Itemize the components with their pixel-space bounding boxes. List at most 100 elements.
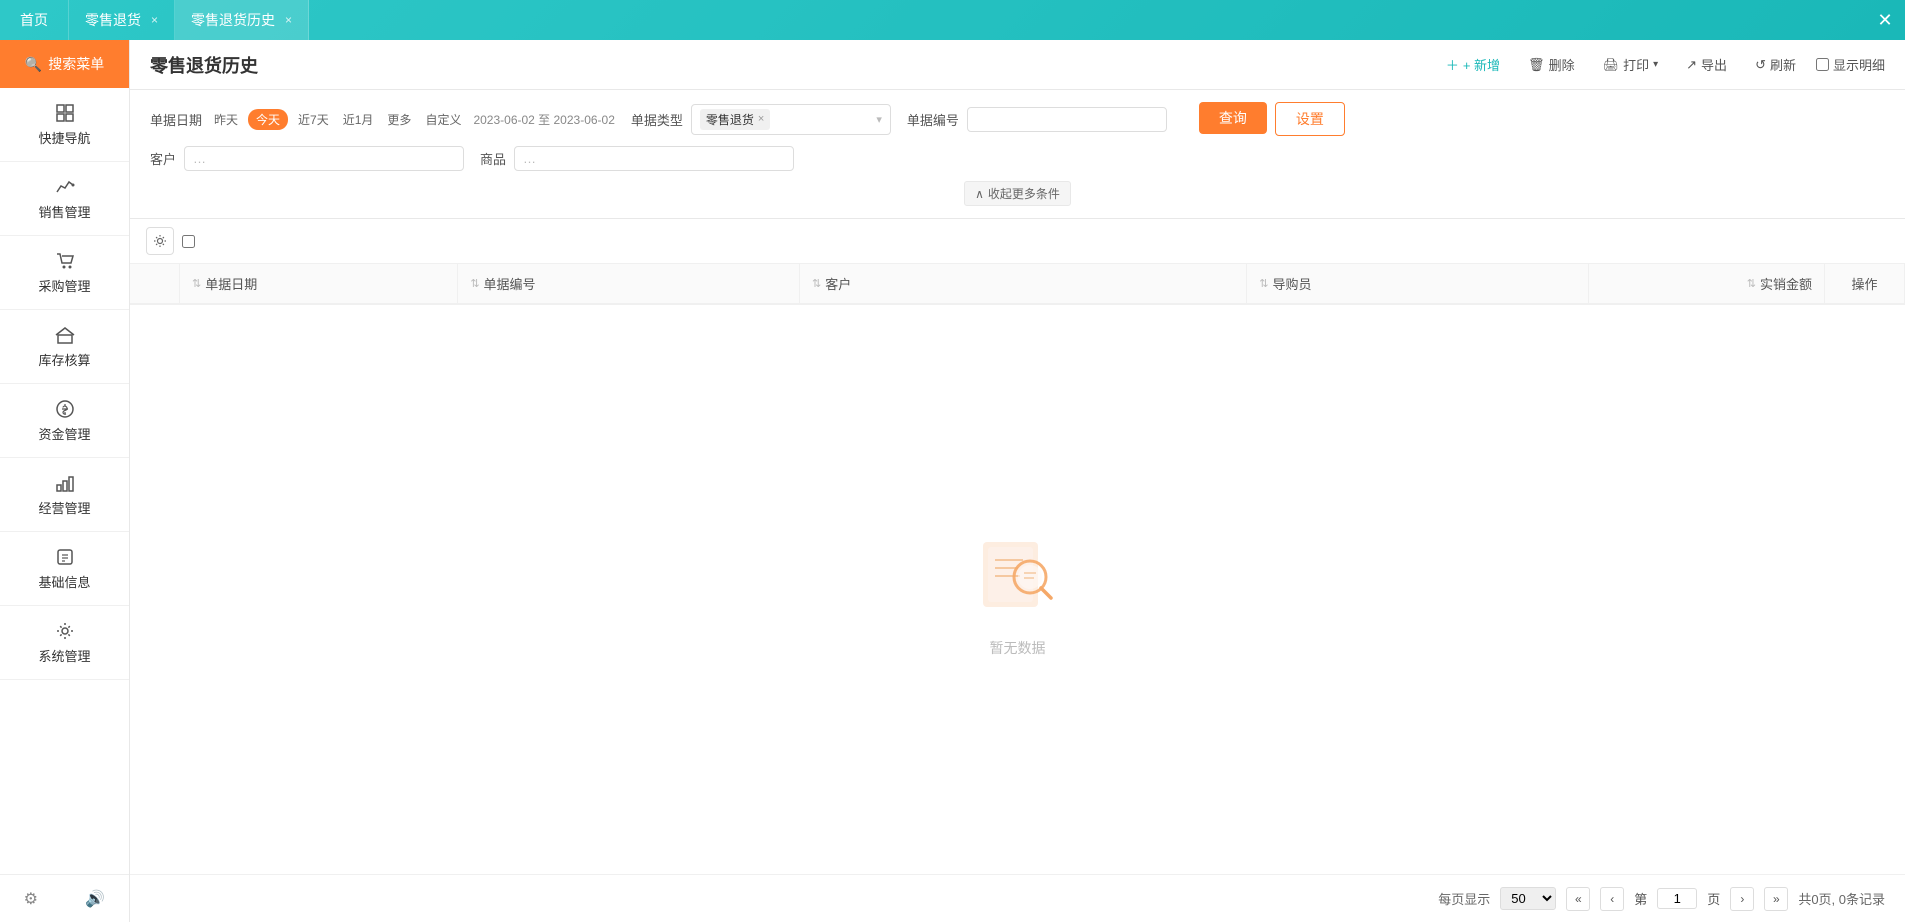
new-label: + 新增 — [1463, 55, 1500, 74]
per-page-select[interactable]: 50 20 100 200 — [1500, 887, 1556, 910]
new-icon: ＋ — [1446, 55, 1459, 74]
type-filter-label: 单据类型 — [631, 110, 683, 129]
date-shortcut-1month[interactable]: 近1月 — [339, 109, 378, 130]
delete-icon: 🗑 — [1528, 57, 1545, 73]
refresh-button[interactable]: ↺ 刷新 — [1747, 51, 1804, 78]
date-shortcut-custom[interactable]: 自定义 — [421, 109, 465, 130]
inventory-icon — [54, 324, 76, 346]
empty-state: 暂无数据 — [968, 522, 1068, 658]
no-filter-input[interactable] — [967, 107, 1167, 132]
th-no[interactable]: ⇅ 单据编号 — [458, 264, 800, 303]
customer-filter-input[interactable] — [184, 146, 464, 171]
next-page-icon: › — [1740, 892, 1744, 906]
prev-page-btn[interactable]: ‹ — [1600, 887, 1624, 911]
purchase-mgmt-icon — [54, 250, 76, 272]
customer-filter-group: 客户 — [150, 146, 464, 171]
date-shortcut-7days[interactable]: 近7天 — [294, 109, 333, 130]
page-prefix: 第 — [1634, 889, 1647, 908]
sidebar-item-quick-nav-label: 快捷导航 — [38, 128, 90, 147]
print-label: 打印 — [1623, 55, 1649, 74]
tab-retail-return-history-close[interactable]: × — [285, 13, 292, 27]
delete-label: 删除 — [1549, 55, 1575, 74]
sidebar-volume-btn[interactable]: 🔊 — [85, 889, 105, 909]
sidebar-search-btn[interactable]: 🔍 搜索菜单 — [0, 40, 129, 88]
pagination: 每页显示 50 20 100 200 « ‹ 第 页 › — [130, 874, 1905, 922]
sidebar: 🔍 搜索菜单 快捷导航 销售管理 采购管理 — [0, 40, 130, 922]
table-body: 暂无数据 — [130, 305, 1905, 874]
page-input[interactable] — [1657, 888, 1697, 909]
sidebar-item-sales-mgmt-label: 销售管理 — [38, 202, 90, 221]
tab-home-label: 首页 — [20, 10, 48, 30]
quick-nav-icon — [54, 102, 76, 124]
type-filter-group: 单据类型 零售退货 × ▾ — [631, 104, 891, 135]
no-filter-label: 单据编号 — [907, 110, 959, 129]
new-button[interactable]: ＋ + 新增 — [1438, 51, 1508, 78]
tab-home[interactable]: 首页 — [0, 0, 69, 40]
empty-text: 暂无数据 — [990, 638, 1046, 658]
page-header: 零售退货历史 ＋ + 新增 🗑 删除 🖨 打印 ▾ ↗ 导出 — [130, 40, 1905, 90]
delete-button[interactable]: 🗑 删除 — [1520, 51, 1583, 78]
collapse-filter-btn[interactable]: ∧ 收起更多条件 — [964, 181, 1071, 206]
goods-filter-input[interactable] — [514, 146, 794, 171]
type-tag: 零售退货 × — [700, 109, 770, 130]
query-button[interactable]: 查询 — [1199, 102, 1267, 134]
table-select-all-checkbox[interactable] — [182, 235, 195, 248]
table-settings-btn[interactable] — [146, 227, 174, 255]
th-guide-label: 导购员 — [1272, 274, 1311, 293]
toolbar: ＋ + 新增 🗑 删除 🖨 打印 ▾ ↗ 导出 ↺ — [1438, 51, 1885, 78]
sidebar-item-sales-mgmt[interactable]: 销售管理 — [0, 162, 129, 236]
first-page-btn[interactable]: « — [1566, 887, 1590, 911]
sidebar-item-inventory-label: 库存核算 — [38, 350, 90, 369]
th-date[interactable]: ⇅ 单据日期 — [180, 264, 458, 303]
th-amount-sort-icon: ⇅ — [1747, 277, 1756, 290]
show-detail-checkbox[interactable]: 显示明细 — [1816, 55, 1885, 74]
type-filter-select[interactable]: 零售退货 × ▾ — [691, 104, 891, 135]
sidebar-item-finance[interactable]: 资金管理 — [0, 384, 129, 458]
tab-retail-return[interactable]: 零售退货 × — [69, 0, 175, 40]
page-title: 零售退货历史 — [150, 52, 258, 78]
sidebar-item-system-mgmt-label: 系统管理 — [38, 646, 90, 665]
action-buttons: 查询 设置 — [1199, 102, 1345, 136]
th-guide[interactable]: ⇅ 导购员 — [1247, 264, 1589, 303]
sidebar-search-label: 搜索菜单 — [48, 54, 104, 74]
th-no-sort-icon: ⇅ — [470, 277, 479, 290]
th-amount[interactable]: ⇅ 实销金额 — [1589, 264, 1825, 303]
tab-retail-return-history[interactable]: 零售退货历史 × — [175, 0, 309, 40]
th-op-label: 操作 — [1851, 274, 1877, 293]
th-customer[interactable]: ⇅ 客户 — [800, 264, 1247, 303]
operation-icon — [54, 472, 76, 494]
window-close-btn[interactable]: ✕ — [1865, 0, 1905, 40]
th-guide-sort-icon: ⇅ — [1259, 277, 1268, 290]
sidebar-item-operation[interactable]: 经营管理 — [0, 458, 129, 532]
type-tag-close[interactable]: × — [758, 113, 764, 125]
next-page-btn[interactable]: › — [1730, 887, 1754, 911]
date-shortcut-today[interactable]: 今天 — [248, 109, 288, 130]
th-date-sort-icon: ⇅ — [192, 277, 201, 290]
sidebar-item-system-mgmt[interactable]: 系统管理 — [0, 606, 129, 680]
sidebar-settings-btn[interactable]: ⚙ — [24, 889, 38, 909]
date-shortcut-more[interactable]: 更多 — [383, 109, 415, 130]
tab-retail-return-close[interactable]: × — [151, 13, 158, 27]
per-page-label: 每页显示 — [1438, 889, 1490, 908]
sidebar-item-quick-nav[interactable]: 快捷导航 — [0, 88, 129, 162]
sidebar-nav: 快捷导航 销售管理 采购管理 库存核算 — [0, 88, 129, 874]
filter-row-2: 客户 商品 — [150, 146, 1885, 171]
collapse-icon: ∧ — [975, 187, 984, 201]
sidebar-item-basic-info-label: 基础信息 — [38, 572, 90, 591]
sidebar-item-inventory[interactable]: 库存核算 — [0, 310, 129, 384]
date-shortcut-yesterday[interactable]: 昨天 — [210, 109, 242, 130]
print-icon: 🖨 — [1603, 57, 1620, 73]
type-select-arrow-icon: ▾ — [876, 113, 882, 126]
export-button[interactable]: ↗ 导出 — [1678, 51, 1735, 78]
date-filter-label: 单据日期 — [150, 110, 202, 129]
type-tag-text: 零售退货 — [706, 111, 754, 128]
table-area: ⇅ 单据日期 ⇅ 单据编号 ⇅ 客户 ⇅ 导购员 ⇅ 实销金额 — [130, 219, 1905, 922]
print-button[interactable]: 🖨 打印 ▾ — [1595, 51, 1667, 78]
setting-button[interactable]: 设置 — [1275, 102, 1345, 136]
content-area: 零售退货历史 ＋ + 新增 🗑 删除 🖨 打印 ▾ ↗ 导出 — [130, 40, 1905, 922]
last-page-btn[interactable]: » — [1764, 887, 1788, 911]
basic-info-icon — [54, 546, 76, 568]
sidebar-item-purchase-mgmt[interactable]: 采购管理 — [0, 236, 129, 310]
sidebar-item-basic-info[interactable]: 基础信息 — [0, 532, 129, 606]
show-detail-input[interactable] — [1816, 58, 1829, 71]
